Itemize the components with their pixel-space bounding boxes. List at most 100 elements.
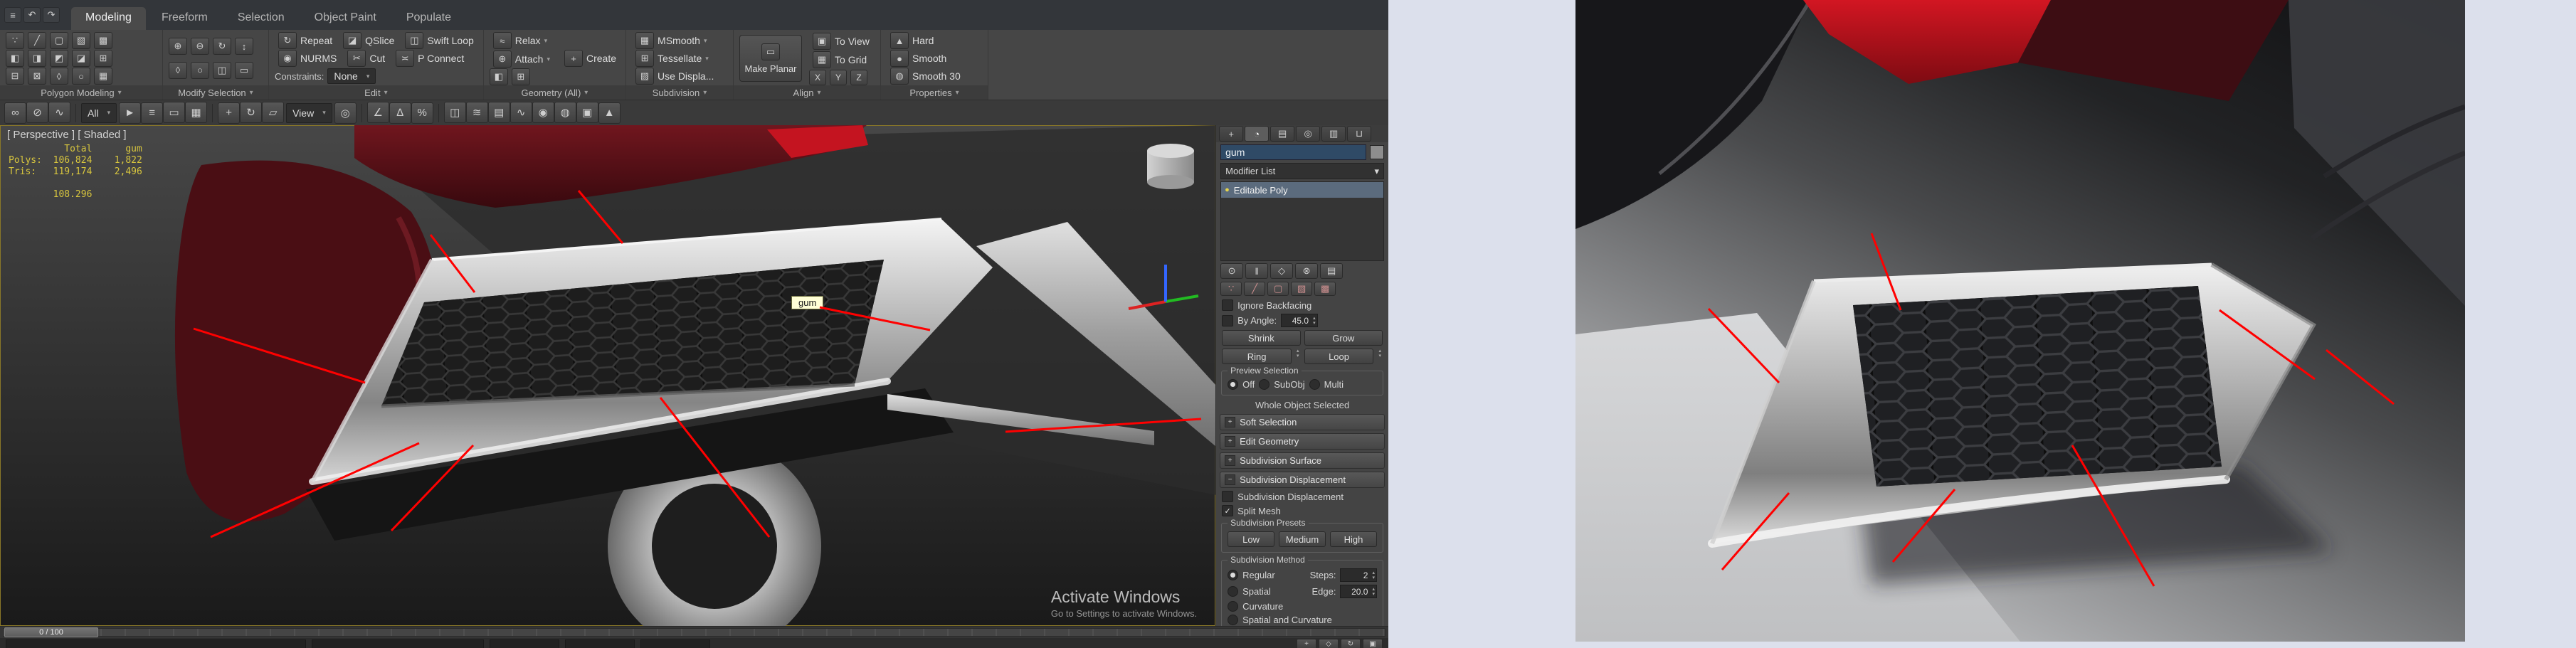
swift-loop-button[interactable]: ◫ Swift Loop (401, 31, 477, 50)
unlink-icon[interactable]: ⊘ (26, 102, 48, 124)
to-view-button[interactable]: ▣ To View (809, 32, 873, 51)
remove-modifier-icon[interactable]: ⊗ (1295, 263, 1319, 279)
qslice-button[interactable]: ◪ QSlice (339, 31, 398, 50)
ring-button[interactable]: Ring (1222, 349, 1292, 364)
split-mesh-checkbox[interactable]: ✓ (1222, 505, 1234, 516)
preset-high-button[interactable]: High (1330, 531, 1377, 547)
tab-populate[interactable]: Populate (392, 7, 465, 30)
shrink-button[interactable]: Shrink (1222, 330, 1301, 346)
preset-medium-button[interactable]: Medium (1279, 531, 1326, 547)
spinner-icon[interactable]: ▴ ▾ (1311, 316, 1317, 326)
by-angle-field[interactable]: 45.0 ▴ ▾ (1281, 314, 1318, 327)
link-icon[interactable]: ∞ (4, 102, 26, 124)
msmooth-button[interactable]: ▦ MSmooth ▾ (632, 31, 710, 50)
align-x-button[interactable]: X (809, 69, 827, 85)
hard-button[interactable]: ▲ Hard (887, 31, 937, 50)
region-icon[interactable]: ▭ (163, 102, 186, 124)
constraints-dropdown[interactable]: None ▾ (327, 68, 376, 84)
viewport-label[interactable]: [ Perspective ] [ Shaded ] (7, 129, 127, 141)
tool3-icon[interactable]: ◩ (50, 50, 68, 67)
relax-button[interactable]: ≈ Relax ▾ (490, 31, 554, 50)
maximize-icon[interactable]: ▣ (1363, 638, 1383, 648)
snap-angle-icon[interactable]: ∆ (389, 102, 411, 124)
tab-object-paint[interactable]: Object Paint (300, 7, 391, 30)
tool2-icon[interactable]: ◨ (28, 50, 46, 67)
curve-editor-icon[interactable]: ∿ (510, 102, 532, 124)
redo-icon[interactable]: ↷ (43, 7, 60, 23)
steps-field[interactable]: 2 ▴ ▾ (1340, 568, 1377, 582)
sel6-icon[interactable]: ○ (191, 61, 209, 79)
coordinate-x-field[interactable] (490, 639, 559, 648)
section-label-align[interactable]: Align ▾ (734, 85, 881, 100)
border-icon[interactable]: ▢ (50, 32, 68, 49)
render-icon[interactable]: ▲ (598, 102, 621, 124)
subdivision-displacement-checkbox[interactable] (1222, 491, 1234, 502)
pan-icon[interactable]: ◇ (1319, 638, 1339, 648)
spinner-icon[interactable]: ▴ ▾ (1371, 587, 1376, 597)
object-name-field[interactable]: gum (1220, 144, 1366, 160)
grow-button[interactable]: Grow (1304, 330, 1383, 346)
element-icon[interactable]: ▩ (1314, 282, 1336, 296)
use-displacement-button[interactable]: ▨ Use Displa... (632, 67, 717, 85)
layers-icon[interactable]: ▤ (487, 102, 510, 124)
time-slider-handle[interactable]: 0 / 100 (4, 627, 98, 637)
rollout-subdivision-displacement[interactable]: − Subdivision Displacement (1220, 472, 1385, 488)
smooth-30-button[interactable]: ◍ Smooth 30 (887, 67, 964, 85)
section-label-edit[interactable]: Edit ▾ (269, 85, 483, 100)
modifier-list-dropdown[interactable]: Modifier List ▾ (1220, 163, 1384, 179)
visibility-bulb-icon[interactable]: ● (1225, 186, 1230, 194)
scale-icon[interactable]: ▱ (262, 102, 285, 124)
tool8-icon[interactable]: ◊ (50, 68, 68, 85)
create-button[interactable]: + Create (561, 49, 620, 68)
select-by-name-icon[interactable]: ≡ (141, 102, 164, 124)
sel5-icon[interactable]: ◊ (169, 61, 187, 79)
section-label-modify-selection[interactable]: Modify Selection ▾ (163, 85, 268, 100)
ignore-backfacing-checkbox[interactable] (1222, 299, 1234, 311)
edge-field[interactable]: 20.0 ▴ ▾ (1340, 585, 1377, 598)
sel2-icon[interactable]: ⊖ (191, 38, 209, 55)
zoom-icon[interactable]: + (1297, 638, 1316, 648)
vertex-icon[interactable]: ∵ (6, 32, 24, 49)
configure-icon[interactable]: ▤ (1320, 263, 1344, 279)
tool4-icon[interactable]: ◪ (72, 50, 90, 67)
material-editor-icon[interactable]: ◉ (532, 102, 554, 124)
rollout-edit-geometry[interactable]: + Edit Geometry (1220, 433, 1385, 450)
ring-spinner[interactable]: ▴ ▾ (1295, 349, 1301, 364)
menu-icon[interactable]: ≡ (4, 7, 21, 23)
tool7-icon[interactable]: ⊠ (28, 68, 46, 85)
align-z-button[interactable]: Z (850, 69, 868, 85)
rendered-frame-icon[interactable]: ▣ (576, 102, 598, 124)
tab-freeform[interactable]: Freeform (147, 7, 222, 30)
sel7-icon[interactable]: ◫ (213, 61, 231, 79)
section-label-geometry-all[interactable]: Geometry (All) ▾ (483, 85, 626, 100)
object-color-swatch[interactable] (1370, 145, 1384, 159)
align-y-button[interactable]: Y (830, 69, 848, 85)
undo-icon[interactable]: ↶ (23, 7, 41, 23)
by-angle-checkbox[interactable] (1222, 314, 1234, 326)
tab-utilities-icon[interactable]: ⊔ (1347, 126, 1372, 142)
edge-icon[interactable]: ╱ (28, 32, 46, 49)
tab-create-icon[interactable]: + (1219, 126, 1244, 142)
tool9-icon[interactable]: ○ (72, 68, 90, 85)
move-icon[interactable]: + (218, 102, 241, 124)
nurms-button[interactable]: ◉ NURMS (275, 49, 340, 68)
make-unique-icon[interactable]: ◇ (1270, 263, 1294, 279)
mirror-icon[interactable]: ◫ (443, 102, 466, 124)
attach-button[interactable]: ⊕ Attach ▾ (490, 50, 554, 68)
smooth-button[interactable]: ● Smooth (887, 49, 950, 68)
section-label-properties[interactable]: Properties ▾ (881, 85, 988, 100)
repeat-button[interactable]: ↻ Repeat (275, 31, 336, 50)
spinner-icon[interactable]: ▴ ▾ (1371, 570, 1376, 580)
cut-button[interactable]: ✂ Cut (344, 49, 389, 68)
sel4-icon[interactable]: ↕ (235, 38, 253, 55)
method-spatial-radio[interactable] (1228, 586, 1239, 597)
tab-modeling[interactable]: Modeling (71, 7, 146, 30)
preview-multi-radio[interactable] (1309, 379, 1320, 390)
rotate-icon[interactable]: ↻ (240, 102, 263, 124)
method-regular-radio[interactable] (1228, 570, 1239, 580)
viewport[interactable]: [ Perspective ] [ Shaded ] Total gum Pol… (0, 125, 1216, 626)
tab-motion-icon[interactable]: ◎ (1296, 126, 1321, 142)
tool10-icon[interactable]: ▦ (94, 68, 112, 85)
tool6-icon[interactable]: ⊟ (6, 68, 24, 85)
crossing-icon[interactable]: ▦ (185, 102, 208, 124)
